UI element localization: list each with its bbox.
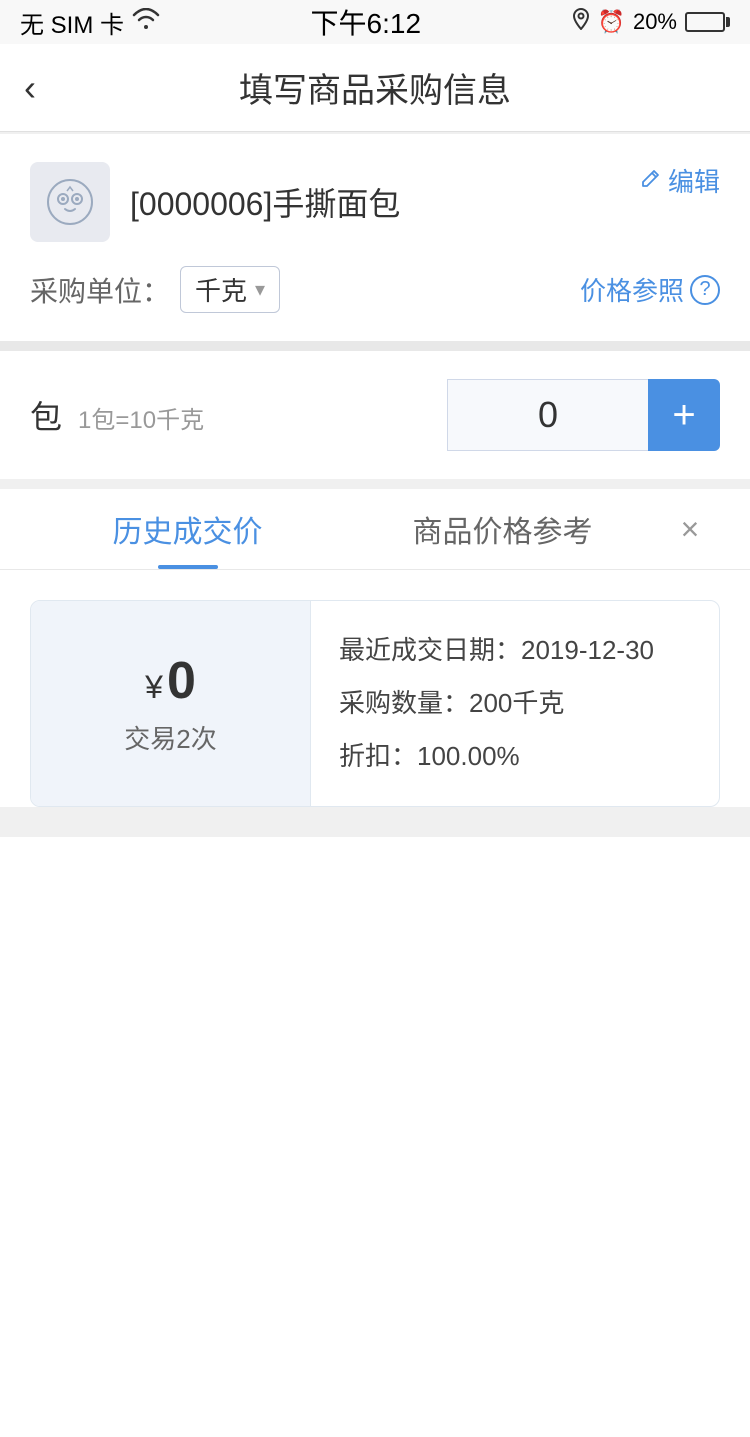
trade-price: ¥0 bbox=[145, 651, 196, 711]
product-section: [0000006]手撕面包 编辑 采购单位： 千克 ▾ 价格参照 ? bbox=[0, 134, 750, 341]
trade-discount-label: 折扣： bbox=[339, 741, 417, 771]
trade-detail-date: 最近成交日期：2019-12-30 bbox=[339, 631, 691, 670]
product-header: [0000006]手撕面包 编辑 bbox=[30, 162, 720, 242]
qty-conversion: 1包=10千克 bbox=[78, 400, 204, 435]
tabs-section: 历史成交价 商品价格参考 × ¥0 交易2次 最近成交日期：2019-12-30… bbox=[0, 489, 750, 807]
qty-input[interactable] bbox=[448, 379, 648, 451]
edit-button[interactable]: 编辑 bbox=[640, 162, 720, 199]
edit-label: 编辑 bbox=[668, 162, 720, 199]
trade-detail-discount: 折扣：100.00% bbox=[339, 737, 691, 776]
back-button[interactable]: ‹ bbox=[24, 67, 36, 109]
page-title: 填写商品采购信息 bbox=[239, 63, 511, 112]
trade-date-label: 最近成交日期： bbox=[339, 635, 521, 665]
trade-count: 交易2次 bbox=[124, 719, 216, 756]
trade-date-value: 2019-12-30 bbox=[521, 635, 654, 665]
unit-dropdown-icon: ▾ bbox=[255, 277, 265, 302]
unit-value: 千克 bbox=[195, 271, 247, 308]
main-content-area bbox=[0, 837, 750, 1437]
tabs-close-button[interactable]: × bbox=[660, 489, 720, 569]
qty-input-group: + bbox=[447, 379, 720, 451]
unit-select[interactable]: 千克 ▾ bbox=[180, 266, 280, 313]
quantity-section: 包 1包=10千克 + bbox=[0, 351, 750, 479]
price-ref-button[interactable]: 价格参照 ? bbox=[580, 271, 720, 308]
trade-currency: ¥ bbox=[145, 669, 163, 705]
trade-card-right: 最近成交日期：2019-12-30 采购数量：200千克 折扣：100.00% bbox=[311, 601, 719, 806]
alarm-icon: ⏰ bbox=[598, 9, 625, 35]
status-left: 无 SIM 卡 bbox=[20, 5, 160, 40]
status-right: ⏰ 20% bbox=[572, 8, 730, 36]
qty-unit: 包 bbox=[30, 392, 62, 438]
sim-label: 无 SIM 卡 bbox=[20, 5, 124, 40]
location-icon bbox=[572, 8, 590, 36]
trade-qty-value: 200千克 bbox=[469, 688, 564, 718]
trade-qty-label: 采购数量： bbox=[339, 688, 469, 718]
trade-card-left: ¥0 交易2次 bbox=[31, 601, 311, 806]
price-ref-label: 价格参照 bbox=[580, 271, 684, 308]
qty-plus-button[interactable]: + bbox=[648, 379, 720, 451]
tab-history-price[interactable]: 历史成交价 bbox=[30, 489, 345, 569]
product-info: [0000006]手撕面包 bbox=[30, 162, 400, 242]
unit-label: 采购单位： bbox=[30, 270, 170, 310]
tabs-header: 历史成交价 商品价格参考 × bbox=[0, 489, 750, 570]
trade-price-value: 0 bbox=[167, 652, 196, 710]
question-icon: ? bbox=[690, 275, 720, 305]
trade-card: ¥0 交易2次 最近成交日期：2019-12-30 采购数量：200千克 折扣：… bbox=[30, 600, 720, 807]
qty-label-group: 包 1包=10千克 bbox=[30, 392, 204, 438]
wifi-icon bbox=[132, 8, 160, 37]
tab-active-indicator bbox=[158, 565, 218, 569]
trade-detail-qty: 采购数量：200千克 bbox=[339, 684, 691, 723]
trade-discount-value: 100.00% bbox=[417, 741, 520, 771]
nav-bar: ‹ 填写商品采购信息 bbox=[0, 44, 750, 132]
edit-icon bbox=[640, 167, 662, 195]
product-logo bbox=[30, 162, 110, 242]
status-time: 下午6:12 bbox=[311, 2, 422, 42]
tab-history-label: 历史成交价 bbox=[113, 507, 263, 551]
battery-icon bbox=[685, 12, 730, 32]
product-name: [0000006]手撕面包 bbox=[130, 179, 400, 225]
status-bar: 无 SIM 卡 下午6:12 ⏰ 20% bbox=[0, 0, 750, 44]
tab-product-label: 商品价格参考 bbox=[413, 507, 593, 551]
battery-percent: 20% bbox=[633, 9, 677, 35]
product-unit-row: 采购单位： 千克 ▾ 价格参照 ? bbox=[30, 266, 720, 313]
section-divider bbox=[0, 341, 750, 351]
tab-product-price[interactable]: 商品价格参考 bbox=[345, 489, 660, 569]
